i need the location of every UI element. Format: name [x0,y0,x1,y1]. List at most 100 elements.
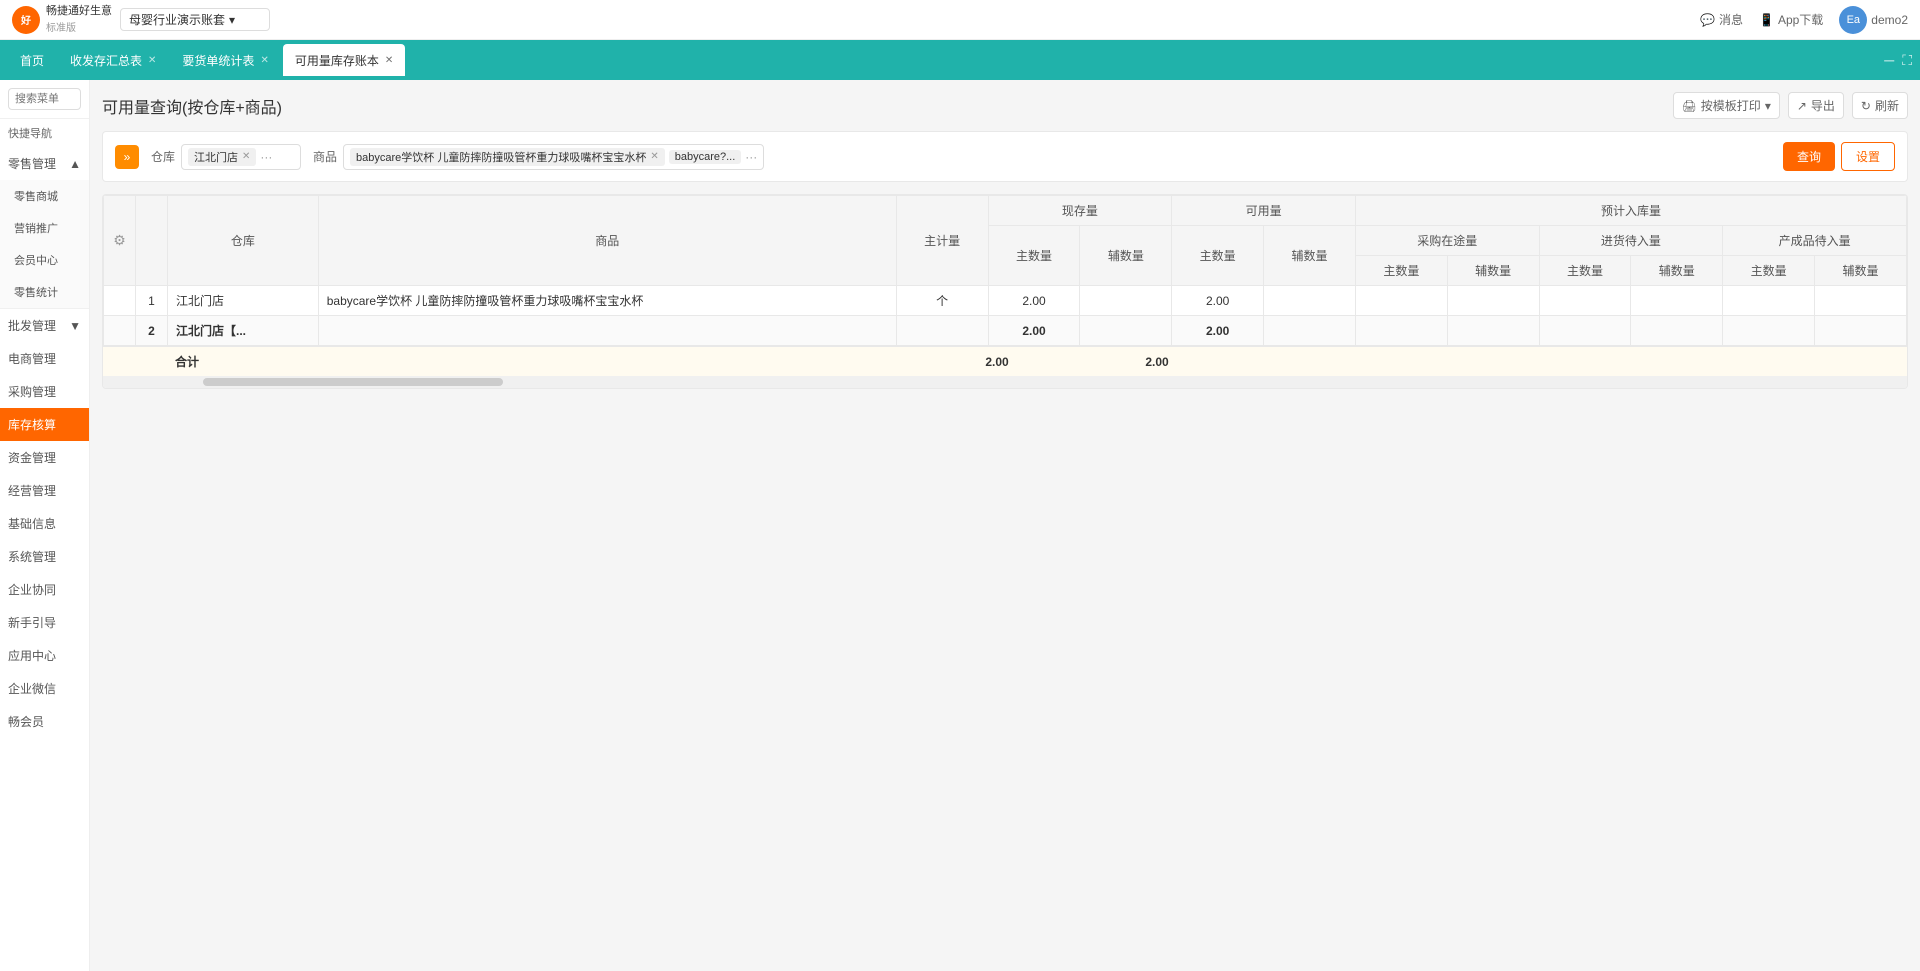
chevron-down-icon: ▾ [229,13,235,27]
sidebar-item-ecommerce[interactable]: 电商管理 [0,342,89,375]
row2-purchase-in-aux [1447,316,1539,346]
warehouse-value[interactable]: 江北门店 ✕ ··· [181,144,301,170]
row2-num: 2 [136,316,168,346]
sidebar-item-system[interactable]: 系统管理 [0,540,89,573]
sidebar-nav-btn[interactable]: 快捷导航 [0,119,89,147]
sidebar-item-ecommerce-label: 电商管理 [8,350,56,367]
export-label: 导出 [1811,97,1835,114]
sidebar-item-member[interactable]: 会员中心 [0,244,89,276]
sidebar-item-wholesale-label: 批发管理 [8,317,56,334]
row1-num: 1 [136,286,168,316]
sidebar-item-newguide[interactable]: 新手引导 [0,606,89,639]
tab-orders-label: 要货单统计表 [182,52,254,69]
product-value[interactable]: babycare学饮杯 儿童防摔防撞吸管杯重力球吸嘴杯宝宝水杯 ✕ babyca… [343,144,764,170]
row2-stock-main: 2.00 [988,316,1080,346]
th-available: 可用量 [1172,196,1356,226]
org-selector[interactable]: 母婴行业演示账套 ▾ [120,8,270,31]
content-area: 可用量查询(按仓库+商品) 🖨 按模板打印 ▾ ↗ 导出 ↻ 刷新 [90,80,1920,971]
th-settings: ⚙ [104,196,136,286]
scroll-thumb[interactable] [203,378,503,386]
logo-sub: 标准版 [46,19,112,34]
product-more-icon[interactable]: ··· [745,150,757,164]
row1-avail-aux [1264,286,1356,316]
sidebar-item-retail[interactable]: 零售管理 ▲ [0,147,89,180]
sidebar-item-vip[interactable]: 畅会员 [0,705,89,738]
avatar: Ea [1839,6,1867,34]
user-area[interactable]: Ea demo2 [1839,6,1908,34]
sidebar: 快捷导航 零售管理 ▲ 零售商城 营销推广 会员中心 零售统计 [0,80,90,971]
th-product-transit: 产成品待入量 [1723,226,1907,256]
tab-orders-close[interactable]: ✕ [260,55,268,66]
th-stock-aux: 辅数量 [1080,226,1172,286]
app-download-btn[interactable]: 📱 App下载 [1759,11,1823,28]
warehouse-tag-close[interactable]: ✕ [242,151,250,162]
logo-text: 畅捷通好生意 [46,5,112,18]
settings-gear-icon[interactable]: ⚙ [113,232,126,248]
sidebar-item-newguide-label: 新手引导 [8,614,56,631]
sidebar-section-retail: 零售管理 ▲ 零售商城 营销推广 会员中心 零售统计 [0,147,89,309]
sidebar-item-wecom-label: 企业微信 [8,680,56,697]
filter-panel: » 仓库 江北门店 ✕ ··· 商品 babycare学饮杯 儿童防摔防撞吸管杯… [102,131,1908,182]
export-icon: ↗ [1797,99,1807,113]
message-btn[interactable]: 💬 消息 [1700,11,1743,28]
th-product: 商品 [318,196,896,286]
tab-home[interactable]: 首页 [8,44,56,76]
table-row: 1 江北门店 babycare学饮杯 儿童防摔防撞吸管杯重力球吸嘴杯宝宝水杯 个… [104,286,1907,316]
th-goods-in-main: 主数量 [1539,256,1631,286]
print-chevron-icon: ▾ [1765,99,1771,113]
sidebar-item-finance[interactable]: 资金管理 [0,441,89,474]
th-avail-aux: 辅数量 [1264,226,1356,286]
row1-unit: 个 [896,286,988,316]
th-stock-main: 主数量 [988,226,1080,286]
row1-stock-aux [1080,286,1172,316]
sidebar-item-retail-mall[interactable]: 零售商城 [0,180,89,212]
product-tag-2-text: babycare?... [675,151,736,163]
tab-receipts-close[interactable]: ✕ [148,55,156,66]
tab-receipts[interactable]: 收发存汇总表 ✕ [58,44,168,76]
sidebar-item-enterprise[interactable]: 企业协同 [0,573,89,606]
top-bar-left: 好 畅捷通好生意 标准版 母婴行业演示账套 ▾ [12,5,270,33]
sidebar-item-appstore[interactable]: 应用中心 [0,639,89,672]
sidebar-item-marketing[interactable]: 营销推广 [0,212,89,244]
sidebar-item-inventory[interactable]: 库存核算 [0,408,89,441]
refresh-label: 刷新 [1875,97,1899,114]
tab-minimize-btn[interactable]: ─ [1884,52,1894,68]
query-btn[interactable]: 查询 [1783,142,1835,171]
row2-stock-aux [1080,316,1172,346]
th-product-in-aux: 辅数量 [1815,256,1907,286]
sidebar-item-operation[interactable]: 经营管理 [0,474,89,507]
tab-available-close[interactable]: ✕ [385,55,393,66]
settings-btn[interactable]: 设置 [1841,142,1895,171]
print-btn[interactable]: 🖨 按模板打印 ▾ [1673,92,1780,119]
tab-available[interactable]: 可用量库存账本 ✕ [283,44,405,76]
sidebar-item-basic[interactable]: 基础信息 [0,507,89,540]
th-avail-main: 主数量 [1172,226,1264,286]
warehouse-more-icon[interactable]: ··· [260,150,272,164]
sidebar-item-appstore-label: 应用中心 [8,647,56,664]
phone-icon: 📱 [1759,13,1774,27]
sidebar-item-retail-stats[interactable]: 零售统计 [0,276,89,308]
scroll-bar[interactable] [103,376,1907,388]
tab-expand-btn[interactable]: ⛶ [1902,52,1912,69]
row1-warehouse: 江北门店 [168,286,319,316]
product-tag-1-close[interactable]: ✕ [650,151,658,162]
sidebar-item-basic-label: 基础信息 [8,515,56,532]
export-btn[interactable]: ↗ 导出 [1788,92,1844,119]
filter-product-field: 商品 babycare学饮杯 儿童防摔防撞吸管杯重力球吸嘴杯宝宝水杯 ✕ bab… [313,144,764,170]
sidebar-item-wholesale[interactable]: 批发管理 ▼ [0,309,89,342]
row1-avail-main: 2.00 [1172,286,1264,316]
sidebar-item-wecom[interactable]: 企业微信 [0,672,89,705]
search-input[interactable] [8,88,81,110]
sidebar-sub-retail: 零售商城 营销推广 会员中心 零售统计 [0,180,89,308]
tab-orders[interactable]: 要货单统计表 ✕ [170,44,280,76]
sidebar-item-purchase[interactable]: 采购管理 [0,375,89,408]
refresh-icon: ↻ [1861,99,1871,113]
filter-expand-btn[interactable]: » [115,145,139,169]
refresh-btn[interactable]: ↻ 刷新 [1852,92,1908,119]
row1-purchase-in-aux [1447,286,1539,316]
app-download-label: App下载 [1778,11,1823,28]
logo-area: 好 畅捷通好生意 标准版 [12,5,112,33]
th-planned: 预计入库量 [1355,196,1906,226]
warehouse-tag: 江北门店 ✕ [188,148,256,166]
th-main-unit: 主计量 [896,196,988,286]
